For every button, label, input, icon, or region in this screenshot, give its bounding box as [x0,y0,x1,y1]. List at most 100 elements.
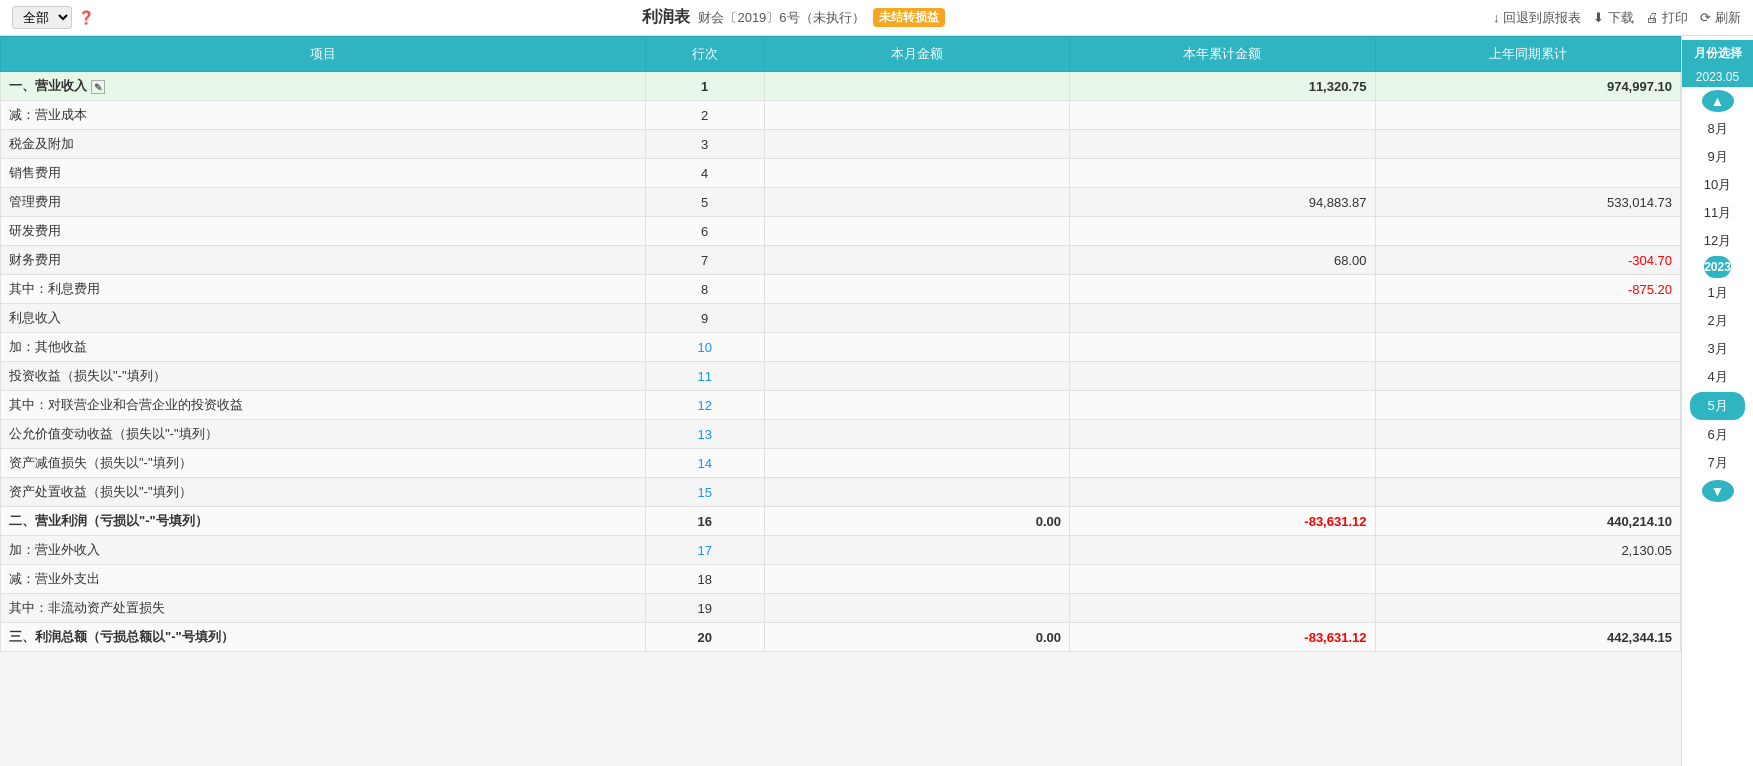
row-item-name: 减：营业成本 [1,101,646,130]
row-prev-amount: -875.20 [1375,275,1681,304]
table-row: 管理费用594,883.87533,014.73 [1,188,1681,217]
row-item-name: 资产减值损失（损失以"-"填列） [1,449,646,478]
row-year-amount: -83,631.12 [1070,507,1375,536]
row-item-name: 研发费用 [1,217,646,246]
row-item-name: 加：营业外收入 [1,536,646,565]
row-item-name: 其中：利息费用 [1,275,646,304]
row-prev-amount [1375,478,1681,507]
sidebar-month-12[interactable]: 12月 [1682,227,1753,255]
table-row: 财务费用768.00-304.70 [1,246,1681,275]
row-year-amount [1070,449,1375,478]
help-icon[interactable]: ❓ [78,10,94,25]
row-seq[interactable]: 10 [645,333,764,362]
sidebar-month-9[interactable]: 9月 [1682,143,1753,171]
row-year-amount [1070,130,1375,159]
back-button[interactable]: ↓ 回退到原报表 [1493,9,1581,27]
table-row: 其中：非流动资产处置损失19 [1,594,1681,623]
table-row: 其中：对联营企业和合营企业的投资收益12 [1,391,1681,420]
row-seq: 9 [645,304,764,333]
sidebar-month-8[interactable]: 8月 [1682,115,1753,143]
sidebar-down-btn[interactable]: ▼ [1702,480,1734,502]
row-year-amount: -83,631.12 [1070,623,1375,652]
row-seq: 8 [645,275,764,304]
sidebar-month-2[interactable]: 2月 [1682,307,1753,335]
row-month-amount [764,565,1069,594]
row-item-name: 资产处置收益（损失以"-"填列） [1,478,646,507]
row-seq: 6 [645,217,764,246]
row-item-name: 利息收入 [1,304,646,333]
refresh-button[interactable]: ⟳ 刷新 [1700,9,1741,27]
table-row: 利息收入9 [1,304,1681,333]
sidebar-month-4[interactable]: 4月 [1682,363,1753,391]
scope-dropdown[interactable]: 全部 [12,6,72,29]
sidebar-month-11[interactable]: 11月 [1682,199,1753,227]
col-header-month: 本月金额 [764,37,1069,72]
row-year-amount [1070,275,1375,304]
table-row: 其中：利息费用8 -875.20 [1,275,1681,304]
row-month-amount [764,420,1069,449]
sidebar-up-btn[interactable]: ▲ [1702,90,1734,112]
table-row: 销售费用4 [1,159,1681,188]
sidebar-year-label[interactable]: 2023 [1704,256,1731,278]
row-seq: 16 [645,507,764,536]
row-month-amount: 0.00 [764,623,1069,652]
print-button[interactable]: 🖨 打印 [1646,9,1689,27]
sidebar-month-5[interactable]: 5月 [1690,392,1745,420]
profit-table: 项目 行次 本月金额 本年累计金额 上年同期累计 一、营业收入✎111,320.… [0,36,1681,652]
row-seq[interactable]: 17 [645,536,764,565]
table-header-row: 项目 行次 本月金额 本年累计金额 上年同期累计 [1,37,1681,72]
row-prev-amount [1375,420,1681,449]
row-prev-amount: 442,344.15 [1375,623,1681,652]
row-month-amount [764,594,1069,623]
row-month-amount: 0.00 [764,507,1069,536]
row-seq[interactable]: 11 [645,362,764,391]
sidebar-month-6[interactable]: 6月 [1682,421,1753,449]
sidebar-month-1[interactable]: 1月 [1682,279,1753,307]
row-year-amount [1070,159,1375,188]
top-bar-actions: ↓ 回退到原报表 ⬇ 下载 🖨 打印 ⟳ 刷新 [1493,9,1741,27]
row-seq: 18 [645,565,764,594]
row-item-name: 加：其他收益 [1,333,646,362]
row-month-amount [764,72,1069,101]
sidebar-month-3[interactable]: 3月 [1682,335,1753,363]
table-row: 税金及附加3 [1,130,1681,159]
row-seq: 2 [645,101,764,130]
edit-icon[interactable]: ✎ [91,80,105,94]
table-row: 资产处置收益（损失以"-"填列）15 [1,478,1681,507]
row-month-amount [764,246,1069,275]
table-row: 加：其他收益10 [1,333,1681,362]
row-seq[interactable]: 15 [645,478,764,507]
row-year-amount [1070,217,1375,246]
row-prev-amount: 974,997.10 [1375,72,1681,101]
top-bar: 全部 ❓ 利润表 财会〔2019〕6号（未执行） 未结转损益 ↓ 回退到原报表 … [0,0,1753,36]
row-prev-amount [1375,449,1681,478]
row-seq: 4 [645,159,764,188]
row-prev-amount: -304.70 [1375,246,1681,275]
row-seq: 5 [645,188,764,217]
row-seq[interactable]: 14 [645,449,764,478]
row-month-amount [764,391,1069,420]
status-badge[interactable]: 未结转损益 [873,8,945,27]
row-prev-amount [1375,333,1681,362]
row-year-amount [1070,565,1375,594]
row-month-amount [764,333,1069,362]
row-month-amount [764,449,1069,478]
row-item-name: 三、利润总额（亏损总额以"-"号填列） [1,623,646,652]
row-prev-amount: 440,214.10 [1375,507,1681,536]
row-month-amount [764,101,1069,130]
top-bar-center: 利润表 财会〔2019〕6号（未执行） 未结转损益 [642,7,944,28]
row-year-amount: 68.00 [1070,246,1375,275]
sidebar-current-year: 2023.05 [1682,67,1753,87]
row-year-amount [1070,362,1375,391]
table-row: 三、利润总额（亏损总额以"-"号填列）200.00-83,631.12442,3… [1,623,1681,652]
row-item-name: 财务费用 [1,246,646,275]
download-button[interactable]: ⬇ 下载 [1593,9,1634,27]
table-row: 研发费用6 [1,217,1681,246]
row-seq[interactable]: 12 [645,391,764,420]
table-row: 一、营业收入✎111,320.75974,997.10 [1,72,1681,101]
row-seq[interactable]: 13 [645,420,764,449]
sidebar-month-7[interactable]: 7月 [1682,449,1753,477]
sidebar-month-10[interactable]: 10月 [1682,171,1753,199]
row-prev-amount [1375,159,1681,188]
row-prev-amount: 2,130.05 [1375,536,1681,565]
